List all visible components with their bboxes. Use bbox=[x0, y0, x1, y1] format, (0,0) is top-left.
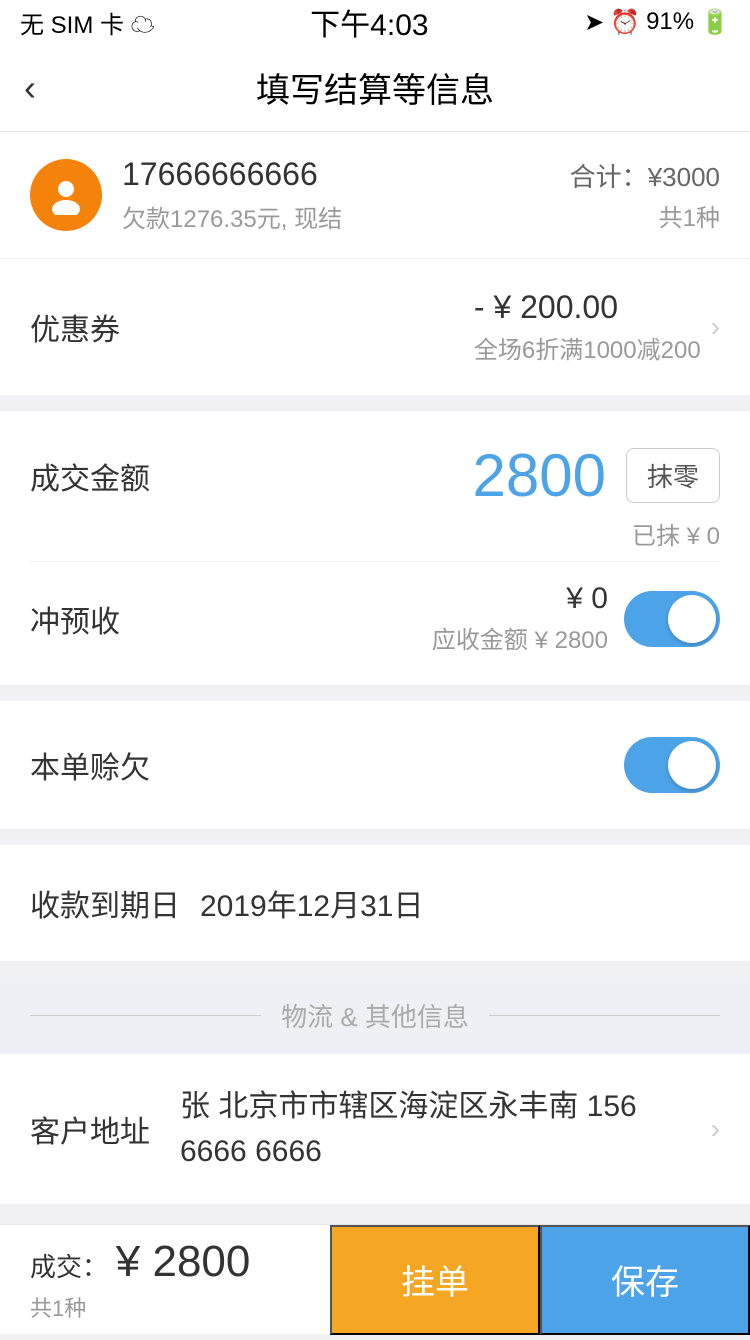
user-phone: 17666666666 bbox=[122, 156, 342, 193]
status-bar: 无 SIM 卡 ☁ 下午4:03 ➤ ⏰ 91% 🔋 bbox=[0, 0, 750, 44]
chevron-right-icon: › bbox=[711, 311, 720, 343]
divider-section: 物流 & 其他信息 bbox=[0, 977, 750, 1054]
bottom-bar: 成交： ¥ 2800 共1种 挂单 保存 bbox=[0, 1224, 750, 1334]
bottom-deal-row: 成交： ¥ 2800 bbox=[30, 1237, 300, 1287]
page-title: 填写结算等信息 bbox=[256, 63, 494, 112]
address-label: 客户地址 bbox=[30, 1107, 150, 1151]
divider-text: 物流 & 其他信息 bbox=[281, 997, 469, 1034]
avatar bbox=[30, 159, 102, 231]
user-left: 17666666666 欠款1276.35元, 现结 bbox=[30, 156, 342, 234]
address-chevron-icon: › bbox=[711, 1113, 720, 1145]
deal-amount-row: 成交金额 2800 抹零 bbox=[30, 441, 720, 510]
user-card: 17666666666 欠款1276.35元, 现结 合计：¥3000 共1种 … bbox=[0, 132, 750, 395]
status-right: ➤ ⏰ 91% 🔋 bbox=[584, 8, 730, 37]
back-button[interactable]: ‹ bbox=[24, 67, 36, 109]
save-button[interactable]: 保存 bbox=[540, 1225, 750, 1335]
total-sub: 共1种 bbox=[570, 198, 720, 233]
user-sub-text: 欠款1276.35元, 现结 bbox=[122, 199, 342, 234]
round-button[interactable]: 抹零 bbox=[626, 448, 720, 503]
location-icon: ➤ bbox=[584, 8, 604, 37]
coupon-label: 优惠券 bbox=[30, 305, 120, 349]
prepay-row: 冲预收 ¥ 0 应收金额 ¥ 2800 bbox=[30, 561, 720, 655]
address-section[interactable]: 客户地址 张 北京市市辖区海淀区永丰南 156 6666 6666 › bbox=[0, 1054, 750, 1204]
prepay-toggle[interactable] bbox=[624, 591, 720, 647]
due-date-section: 收款到期日 2019年12月31日 bbox=[0, 845, 750, 961]
user-total: 合计：¥3000 共1种 bbox=[570, 157, 720, 233]
status-time: 下午4:03 bbox=[310, 0, 428, 44]
coupon-amount: - ¥ 200.00 bbox=[474, 289, 701, 326]
toggle-knob bbox=[668, 595, 716, 643]
user-info: 17666666666 欠款1276.35元, 现结 bbox=[122, 156, 342, 234]
nav-bar: ‹ 填写结算等信息 bbox=[0, 44, 750, 132]
coupon-row[interactable]: 优惠券 - ¥ 200.00 全场6折满1000减200 › bbox=[0, 258, 750, 395]
main-content: 17666666666 欠款1276.35元, 现结 合计：¥3000 共1种 … bbox=[0, 132, 750, 1340]
bottom-sub: 共1种 bbox=[30, 1291, 300, 1323]
battery-level: 91% bbox=[646, 8, 694, 36]
bottom-deal-label: 成交： bbox=[30, 1252, 108, 1282]
deal-label: 成交金额 bbox=[30, 454, 150, 498]
alarm-icon: ⏰ bbox=[610, 8, 640, 37]
coupon-detail: 全场6折满1000减200 bbox=[474, 330, 701, 365]
status-left: 无 SIM 卡 ☁ bbox=[20, 5, 155, 40]
deal-right: 2800 抹零 bbox=[473, 441, 721, 510]
prepay-value: ¥ 0 bbox=[432, 582, 608, 616]
debt-toggle-knob bbox=[668, 741, 716, 789]
divider-line-right bbox=[489, 1015, 720, 1016]
battery-icon: 🔋 bbox=[700, 8, 730, 37]
bottom-amount: ¥ 2800 bbox=[116, 1237, 251, 1286]
total-label: 合计：¥3000 bbox=[570, 157, 720, 194]
debt-section: 本单赊欠 bbox=[0, 701, 750, 829]
deal-sub-text: 已抹 ¥ 0 bbox=[30, 516, 720, 551]
deal-section: 成交金额 2800 抹零 已抹 ¥ 0 冲预收 ¥ 0 应收金额 ¥ 2800 bbox=[0, 411, 750, 685]
user-row: 17666666666 欠款1276.35元, 现结 合计：¥3000 共1种 bbox=[0, 132, 750, 258]
bottom-summary: 成交： ¥ 2800 共1种 bbox=[0, 1237, 330, 1323]
due-date-label: 收款到期日 bbox=[30, 881, 180, 925]
prepay-right: ¥ 0 应收金额 ¥ 2800 bbox=[432, 582, 720, 655]
deal-amount-value: 2800 bbox=[473, 441, 606, 510]
prepay-sub-text: 应收金额 ¥ 2800 bbox=[432, 620, 608, 655]
debt-label: 本单赊欠 bbox=[30, 743, 150, 787]
address-content: 张 北京市市辖区海淀区永丰南 156 6666 6666 bbox=[180, 1084, 711, 1174]
due-date-value: 2019年12月31日 bbox=[200, 881, 423, 925]
hang-button[interactable]: 挂单 bbox=[330, 1225, 540, 1335]
debt-toggle[interactable] bbox=[624, 737, 720, 793]
sim-status: 无 SIM 卡 ☁ bbox=[20, 5, 155, 40]
prepay-label: 冲预收 bbox=[30, 597, 120, 641]
coupon-right: - ¥ 200.00 全场6折满1000减200 › bbox=[474, 289, 720, 365]
prepay-amount: ¥ 0 应收金额 ¥ 2800 bbox=[432, 582, 608, 655]
divider-line-left bbox=[30, 1015, 261, 1016]
